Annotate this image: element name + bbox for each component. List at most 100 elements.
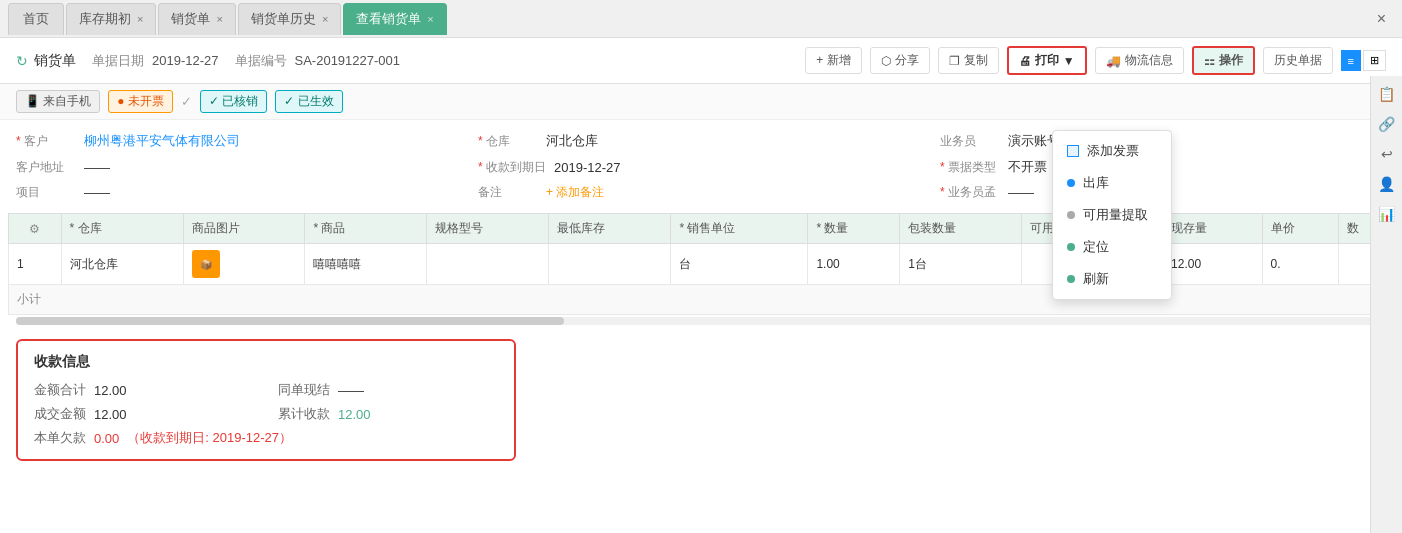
dropdown-locate[interactable]: 定位 [1053, 231, 1171, 263]
current-arrears-value: 0.00 [94, 431, 119, 446]
doc-date-label: 单据日期 [92, 52, 144, 70]
tab-inventory-init[interactable]: 库存期初 × [66, 3, 156, 35]
logistics-button[interactable]: 🚚 物流信息 [1095, 47, 1184, 74]
doc-header: ↻ 销货单 单据日期 2019-12-27 单据编号 SA-20191227-0… [0, 38, 1402, 84]
address-value: —— [84, 160, 110, 175]
payment-due-note: （收款到期日: 2019-12-27） [127, 429, 292, 447]
col-warehouse: * 仓库 [61, 214, 183, 244]
view-grid-button[interactable]: ⊞ [1363, 50, 1386, 71]
transaction-amount-value: 12.00 [94, 407, 127, 422]
col-min-stock: 最低库存 [549, 214, 671, 244]
doc-meta: 单据日期 2019-12-27 单据编号 SA-20191227-001 [92, 52, 400, 70]
col-product: * 商品 [305, 214, 427, 244]
payment-info-title: 收款信息 [34, 353, 498, 371]
tab-sales-order-label: 销货单 [171, 10, 210, 28]
tab-inventory-init-label: 库存期初 [79, 10, 131, 28]
copy-button[interactable]: ❐ 复制 [938, 47, 999, 74]
tab-sales-order[interactable]: 销货单 × [158, 3, 235, 35]
tab-check-sales-close[interactable]: × [427, 13, 433, 25]
same-order-settle-row: 同单现结 —— [278, 381, 498, 399]
doc-title: ↻ 销货单 [16, 52, 76, 70]
dropdown-available-qty[interactable]: 可用量提取 [1053, 199, 1171, 231]
table-row: 1 河北仓库 📦 嘻嘻嘻嘻 台 1.00 1台 12.00 0. [9, 244, 1394, 285]
col-settings[interactable]: ⚙ [9, 214, 62, 244]
note-row: 备注 + 添加备注 [478, 184, 924, 201]
table-wrap: ⚙ * 仓库 商品图片 * 商品 规格型号 最低库存 * 销售单位 * 数量 包… [0, 213, 1402, 325]
view-toggle: ≡ ⊞ [1341, 50, 1386, 71]
tab-check-sales[interactable]: 查看销货单 × [343, 3, 446, 35]
share-label: 分享 [895, 52, 919, 69]
row-stock: 12.00 [1163, 244, 1262, 285]
row-price: 0. [1262, 244, 1339, 285]
ticket-icon: ● [117, 94, 124, 108]
row-product: 嘻嘻嘻嘻 [305, 244, 427, 285]
warehouse-row: 仓库 河北仓库 [478, 132, 924, 150]
not-open-label: 未开票 [128, 94, 164, 108]
dropdown-refresh[interactable]: 刷新 [1053, 263, 1171, 295]
add-invoice-label: 添加发票 [1087, 142, 1139, 160]
logistics-label: 物流信息 [1125, 52, 1173, 69]
row-spec [427, 244, 549, 285]
effective-button[interactable]: ✓ 已生效 [275, 90, 342, 113]
refresh-label: 刷新 [1083, 270, 1109, 288]
doc-date-value: 2019-12-27 [152, 53, 219, 68]
new-button[interactable]: + 新增 [805, 47, 861, 74]
row-warehouse: 河北仓库 [61, 244, 183, 285]
right-icon-link[interactable]: 🔗 [1373, 110, 1401, 138]
dropdown-add-invoice[interactable]: 添加发票 [1053, 135, 1171, 167]
product-thumbnail: 📦 [192, 250, 220, 278]
verify-icon: ✓ [209, 94, 219, 108]
cumulative-payment-label: 累计收款 [278, 405, 330, 423]
cumulative-payment-row: 累计收款 12.00 [278, 405, 498, 423]
effective-icon: ✓ [284, 94, 294, 108]
current-arrears-label: 本单欠款 [34, 429, 86, 447]
items-table: ⚙ * 仓库 商品图片 * 商品 规格型号 最低库存 * 销售单位 * 数量 包… [8, 213, 1394, 315]
cumulative-payment-value: 12.00 [338, 407, 371, 422]
tab-home[interactable]: 首页 [8, 3, 64, 35]
locate-dot-icon [1067, 243, 1075, 251]
print-dropdown-icon: ▼ [1063, 54, 1075, 68]
customer-row: 客户 柳州粤港平安气体有限公司 [16, 132, 462, 150]
scrollbar-thumb [16, 317, 564, 325]
amount-total-value: 12.00 [94, 383, 127, 398]
right-icon-user[interactable]: 👤 [1373, 170, 1401, 198]
col-pkg-qty: 包装数量 [900, 214, 1022, 244]
row-product-img: 📦 [183, 244, 305, 285]
right-icon-chart[interactable]: 📊 [1373, 200, 1401, 228]
from-mobile-button[interactable]: 📱 来自手机 [16, 90, 100, 113]
view-list-button[interactable]: ≡ [1341, 50, 1361, 71]
address-label: 客户地址 [16, 159, 76, 176]
gear-icon[interactable]: ⚙ [29, 222, 40, 236]
share-icon: ⬡ [881, 54, 891, 68]
salesperson2-label: 业务员孟 [940, 184, 1000, 201]
tab-inventory-init-close[interactable]: × [137, 13, 143, 25]
salesperson-label: 业务员 [940, 133, 1000, 150]
history-button[interactable]: 历史单据 [1263, 47, 1333, 74]
share-button[interactable]: ⬡ 分享 [870, 47, 930, 74]
dropdown-outbound[interactable]: 出库 [1053, 167, 1171, 199]
table-scrollbar[interactable] [16, 317, 1386, 325]
add-note-button[interactable]: + 添加备注 [546, 184, 604, 201]
row-pkg-qty: 1台 [900, 244, 1022, 285]
col-price: 单价 [1262, 214, 1339, 244]
right-icon-doc[interactable]: 📋 [1373, 80, 1401, 108]
customer-value[interactable]: 柳州粤港平安气体有限公司 [84, 132, 240, 150]
window-close-button[interactable]: × [1369, 10, 1394, 28]
col-stock: 现存量 [1163, 214, 1262, 244]
tab-sales-order-close[interactable]: × [216, 13, 222, 25]
right-icon-return[interactable]: ↩ [1373, 140, 1401, 168]
verified-button[interactable]: ✓ 已核销 [200, 90, 267, 113]
col-product-img: 商品图片 [183, 214, 305, 244]
tab-sales-history[interactable]: 销货单历史 × [238, 3, 341, 35]
tab-sales-history-label: 销货单历史 [251, 10, 316, 28]
tab-sales-history-close[interactable]: × [322, 13, 328, 25]
not-open-button[interactable]: ● 未开票 [108, 90, 173, 113]
ticket-type-label: 票据类型 [940, 159, 1000, 176]
row-unit: 台 [671, 244, 808, 285]
effective-label: 已生效 [298, 94, 334, 108]
history-label: 历史单据 [1274, 52, 1322, 69]
salesperson2-value: —— [1008, 185, 1034, 200]
print-button[interactable]: 🖨 打印 ▼ [1007, 46, 1087, 75]
copy-label: 复制 [964, 52, 988, 69]
operations-button[interactable]: ⚏ 操作 [1192, 46, 1255, 75]
